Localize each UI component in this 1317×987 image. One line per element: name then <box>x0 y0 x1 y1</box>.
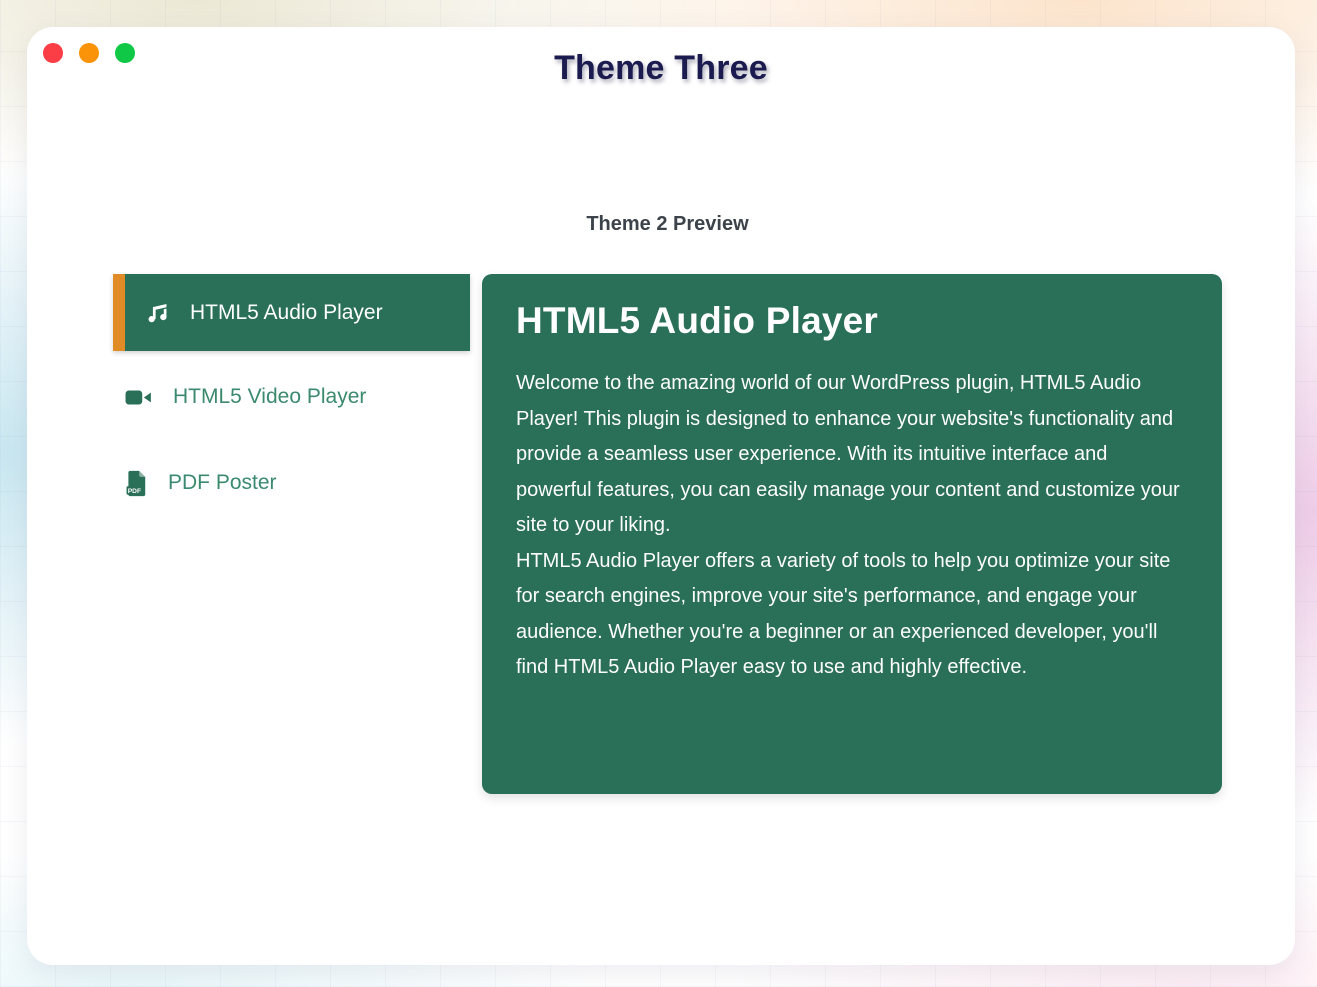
tab-label: HTML5 Audio Player <box>190 301 383 325</box>
tab-label: HTML5 Video Player <box>173 385 366 409</box>
music-note-icon <box>145 300 170 325</box>
tab-label: PDF Poster <box>168 471 277 495</box>
panel-paragraph: HTML5 Audio Player offers a variety of t… <box>516 544 1188 686</box>
tab-html5-audio-player[interactable]: HTML5 Audio Player <box>113 274 470 351</box>
svg-text:PDF: PDF <box>128 488 141 495</box>
theme-preview-section: Theme 2 Preview HTML5 Audio Player <box>113 213 1222 794</box>
theme-content-panel: HTML5 Audio Player Welcome to the amazin… <box>482 274 1222 794</box>
tab-list: HTML5 Audio Player HTML5 Video Player <box>113 274 470 505</box>
pdf-file-icon: PDF <box>125 470 148 497</box>
panel-paragraph: Welcome to the amazing world of our Word… <box>516 366 1188 544</box>
preview-label: Theme 2 Preview <box>113 213 1222 236</box>
window-title: Theme Three <box>27 49 1295 88</box>
panel-heading: HTML5 Audio Player <box>516 300 1188 342</box>
app-window: Theme Three Theme 2 Preview HTML5 Audio … <box>27 27 1295 965</box>
preview-layout: HTML5 Audio Player HTML5 Video Player <box>113 274 1222 794</box>
tab-pdf-poster[interactable]: PDF PDF Poster <box>113 461 470 505</box>
tab-html5-video-player[interactable]: HTML5 Video Player <box>113 375 470 419</box>
video-camera-icon <box>125 387 153 408</box>
